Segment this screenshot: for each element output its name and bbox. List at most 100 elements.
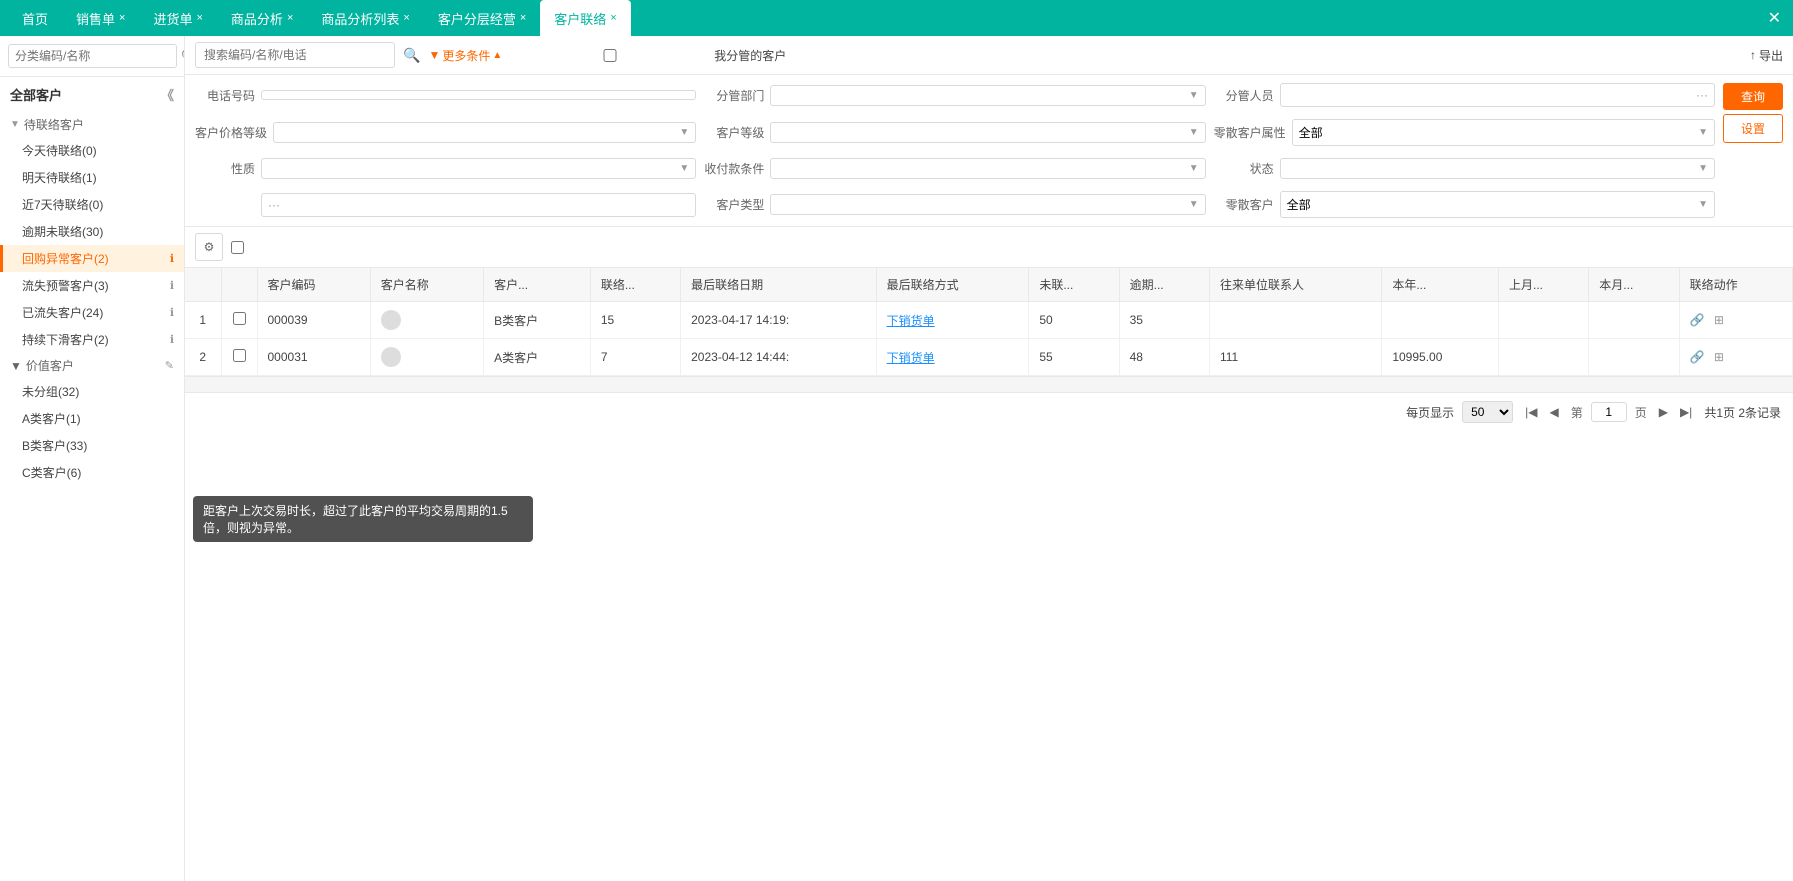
- retail-customer-select[interactable]: 全部 ▼: [1280, 191, 1715, 218]
- col-contact-person: 往来单位联系人: [1209, 268, 1381, 302]
- person-input[interactable]: ···: [1280, 83, 1715, 107]
- action-icon2[interactable]: ⊞: [1714, 313, 1724, 327]
- sidebar-item-declining[interactable]: 持续下滑客户(2) ℹ: [0, 326, 184, 353]
- nav-product-analysis[interactable]: 商品分析 ×: [217, 0, 307, 36]
- table-row: 2 000031 A类客户 7 2023-04-12 14:44:: [185, 339, 1793, 376]
- nav-product-analysis-close[interactable]: ×: [287, 12, 293, 24]
- horizontal-scrollbar[interactable]: [185, 376, 1793, 392]
- filter-status: 状态 ▼: [1214, 158, 1715, 179]
- info-icon2[interactable]: ℹ: [170, 279, 174, 292]
- nav-customer-tier-close[interactable]: ×: [520, 12, 526, 24]
- info-icon3[interactable]: ℹ: [170, 306, 174, 319]
- filter-bar: 🔍 ▼ 更多条件 ▲ 我分管的客户 ↑ 导出: [185, 36, 1793, 75]
- my-customers-checkbox[interactable]: [510, 49, 710, 62]
- col-code: 客户编码: [257, 268, 370, 302]
- settings-button[interactable]: 设置: [1723, 114, 1783, 143]
- search-input[interactable]: [195, 42, 395, 68]
- dept-select[interactable]: ▼: [770, 85, 1205, 106]
- overdue: 35: [1119, 302, 1209, 339]
- sidebar-item-churn-warning[interactable]: 流失预警客户(3) ℹ: [0, 272, 184, 299]
- payment-terms-select[interactable]: ▼: [770, 158, 1205, 179]
- price-level-select[interactable]: ▼: [273, 122, 696, 143]
- filter-action-buttons: 查询 设置: [1723, 83, 1783, 143]
- sidebar-item-overdue[interactable]: 逾期未联络(30): [0, 218, 184, 245]
- more-conditions-button[interactable]: ▼ 更多条件 ▲: [428, 47, 502, 64]
- sidebar-collapse-icon[interactable]: 《: [161, 85, 174, 104]
- sidebar-group-pending[interactable]: ▼ 待联络客户: [0, 112, 184, 137]
- more-input[interactable]: ···: [261, 193, 696, 217]
- customer-type: B类客户: [484, 302, 591, 339]
- action-icon1[interactable]: 🔗: [1690, 313, 1705, 327]
- retail-attr-select[interactable]: 全部 ▼: [1292, 119, 1715, 146]
- phone-input[interactable]: [261, 90, 696, 100]
- contact-method-link[interactable]: 下销货单: [887, 314, 935, 328]
- this-year: 10995.00: [1382, 339, 1499, 376]
- not-linked: 50: [1029, 302, 1119, 339]
- row-actions: 🔗 ⊞: [1679, 302, 1792, 339]
- my-customers-checkbox-label[interactable]: 我分管的客户: [510, 47, 786, 64]
- info-icon[interactable]: ℹ: [170, 252, 174, 265]
- row-num: 1: [185, 302, 221, 339]
- select-all-checkbox[interactable]: [231, 241, 244, 254]
- row-num: 2: [185, 339, 221, 376]
- chevron-down-icon2: ▼: [1189, 90, 1199, 101]
- first-page-button[interactable]: |◀: [1521, 403, 1541, 421]
- customer-type-select[interactable]: ▼: [770, 194, 1205, 215]
- col-this-year: 本年...: [1382, 268, 1499, 302]
- filter-payment-terms: 收付款条件 ▼: [704, 158, 1205, 179]
- sidebar-item-today[interactable]: 今天待联络(0): [0, 137, 184, 164]
- nav-purchase[interactable]: 进货单 ×: [139, 0, 216, 36]
- avatar: [381, 310, 401, 330]
- nav-sales-close[interactable]: ×: [119, 12, 125, 24]
- row-checkbox[interactable]: [233, 312, 246, 325]
- nav-product-list-close[interactable]: ×: [403, 12, 409, 24]
- nav-product-list[interactable]: 商品分析列表 ×: [307, 0, 423, 36]
- sidebar-item-7days[interactable]: 近7天待联络(0): [0, 191, 184, 218]
- chevron-down-icon5: ▼: [1698, 127, 1708, 138]
- sidebar-item-class-b[interactable]: B类客户(33): [0, 432, 184, 459]
- customer-level-select[interactable]: ▼: [770, 122, 1205, 143]
- per-page-label: 每页显示: [1406, 404, 1454, 421]
- status-select[interactable]: ▼: [1280, 158, 1715, 179]
- tooltip-box: 距客户上次交易时长，超过了此客户的平均交易周期的1.5倍，则视为异常。: [193, 496, 533, 542]
- next-page-button[interactable]: ▶: [1655, 403, 1672, 421]
- nav-home[interactable]: 首页: [8, 0, 62, 36]
- contact-method-link[interactable]: 下销货单: [887, 351, 935, 365]
- nature-select[interactable]: ▼: [261, 158, 696, 179]
- overdue: 48: [1119, 339, 1209, 376]
- sidebar-all-customers[interactable]: 全部客户 《: [0, 77, 184, 112]
- query-button[interactable]: 查询: [1723, 83, 1783, 110]
- nav-sales[interactable]: 销售单 ×: [62, 0, 139, 36]
- page-number-input[interactable]: [1591, 402, 1627, 422]
- filter-row-4: ··· 客户类型 ▼ 零散客户: [195, 191, 1715, 218]
- more-icon[interactable]: ···: [1696, 88, 1708, 102]
- edit-icon[interactable]: ✎: [165, 359, 174, 372]
- search-button-icon[interactable]: 🔍: [403, 47, 420, 64]
- sidebar-group-value[interactable]: ▼ 价值客户 ✎: [0, 353, 184, 378]
- action-icon2[interactable]: ⊞: [1714, 350, 1724, 364]
- customer-code: 000039: [257, 302, 370, 339]
- info-icon4[interactable]: ℹ: [170, 333, 174, 346]
- sidebar-item-class-a[interactable]: A类客户(1): [0, 405, 184, 432]
- sidebar-item-repurchase-anomaly[interactable]: 回购异常客户(2) ℹ: [0, 245, 184, 272]
- nav-customer-tier[interactable]: 客户分层经营 ×: [424, 0, 540, 36]
- nav-customer-contact-close[interactable]: ×: [610, 12, 616, 24]
- sidebar-item-ungroup[interactable]: 未分组(32): [0, 378, 184, 405]
- sidebar-item-tomorrow[interactable]: 明天待联络(1): [0, 164, 184, 191]
- prev-page-button[interactable]: ◀: [1545, 403, 1562, 421]
- action-icon1[interactable]: 🔗: [1690, 350, 1705, 364]
- last-page-button[interactable]: ▶|: [1676, 403, 1696, 421]
- nav-purchase-close[interactable]: ×: [196, 12, 202, 24]
- export-button[interactable]: ↑ 导出: [1750, 47, 1783, 64]
- chevron-down-icon4: ▼: [1189, 127, 1199, 138]
- sidebar-item-class-c[interactable]: C类客户(6): [0, 459, 184, 486]
- last-month: [1498, 339, 1588, 376]
- sidebar-item-churned[interactable]: 已流失客户(24) ℹ: [0, 299, 184, 326]
- row-checkbox[interactable]: [233, 349, 246, 362]
- main-layout: 🔍 全部客户 《 ▼ 待联络客户 今天待联络(0) 明天待联络(1) 近7天待联…: [0, 36, 1793, 881]
- window-close-icon[interactable]: ✕: [1768, 8, 1781, 28]
- per-page-select[interactable]: 50 100 200: [1462, 401, 1513, 423]
- sidebar-search-input[interactable]: [8, 44, 177, 68]
- gear-button[interactable]: ⚙: [195, 233, 223, 261]
- nav-customer-contact[interactable]: 客户联络 ×: [540, 0, 630, 36]
